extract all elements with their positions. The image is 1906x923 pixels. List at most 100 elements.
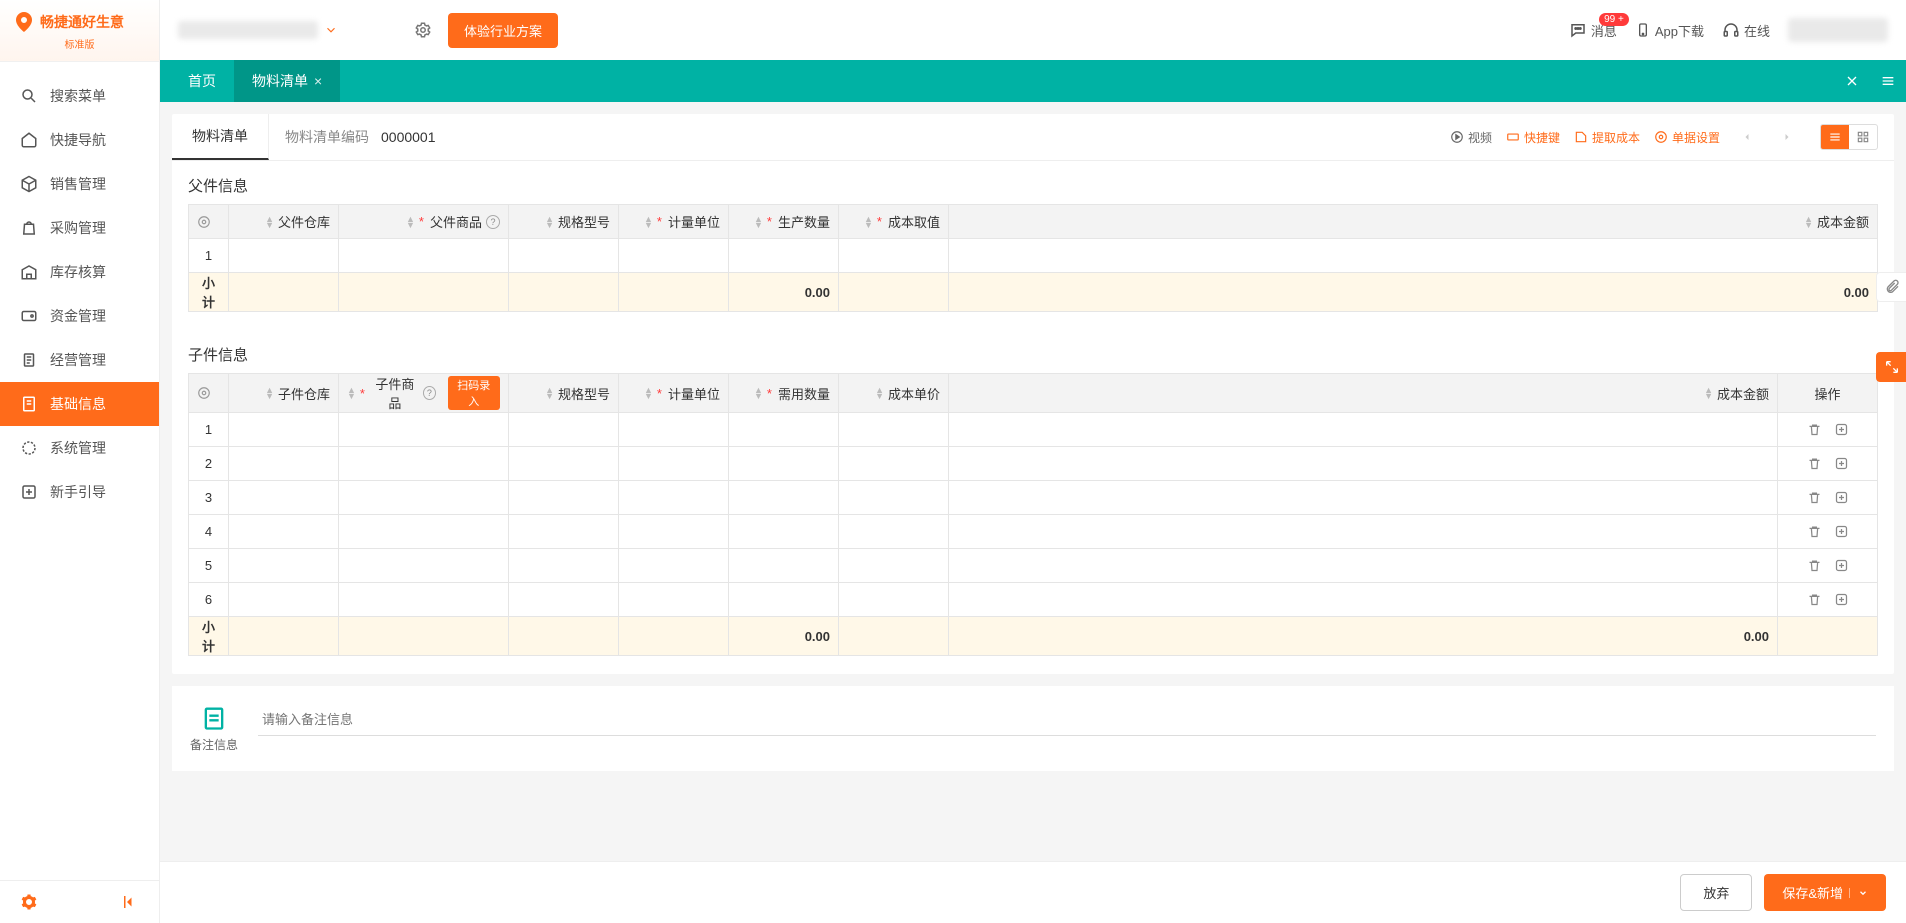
cell[interactable] xyxy=(729,239,839,273)
cell[interactable] xyxy=(339,447,509,481)
col-parent-product[interactable]: ▲▼*父件商品? xyxy=(339,205,509,239)
table-row[interactable]: 5 xyxy=(189,549,1878,583)
cell[interactable] xyxy=(619,413,729,447)
video-link[interactable]: 视频 xyxy=(1450,129,1492,146)
table-row[interactable]: 4 xyxy=(189,515,1878,549)
shortcut-link[interactable]: 快捷键 xyxy=(1506,129,1560,146)
nav-funds[interactable]: 资金管理 xyxy=(0,294,159,338)
nav-quick[interactable]: 快捷导航 xyxy=(0,118,159,162)
save-button[interactable]: 保存&新增 xyxy=(1764,874,1886,911)
cell[interactable] xyxy=(509,447,619,481)
col-child-product[interactable]: ▲▼*子件商品? 扫码录入 xyxy=(339,374,509,413)
cell[interactable] xyxy=(229,515,339,549)
view-list-icon[interactable] xyxy=(1821,125,1849,149)
col-parent-cost-method[interactable]: ▲▼*成本取值 xyxy=(839,205,949,239)
trial-button[interactable]: 体验行业方案 xyxy=(448,13,558,48)
delete-icon[interactable] xyxy=(1807,456,1822,471)
table-row[interactable]: 2 xyxy=(189,447,1878,481)
delete-icon[interactable] xyxy=(1807,592,1822,607)
col-parent-qty[interactable]: ▲▼*生产数量 xyxy=(729,205,839,239)
cell[interactable] xyxy=(339,549,509,583)
gear-icon[interactable] xyxy=(410,17,436,43)
org-selector[interactable] xyxy=(178,21,398,39)
delete-icon[interactable] xyxy=(1807,490,1822,505)
col-parent-cost-amount[interactable]: ▲▼成本金额 xyxy=(949,205,1878,239)
cell[interactable] xyxy=(729,583,839,617)
cell[interactable] xyxy=(229,583,339,617)
col-child-warehouse[interactable]: ▲▼子件仓库 xyxy=(229,374,339,413)
gear-header[interactable] xyxy=(189,374,229,413)
add-icon[interactable] xyxy=(1834,490,1849,505)
cell[interactable] xyxy=(339,413,509,447)
cell[interactable] xyxy=(339,481,509,515)
cell[interactable] xyxy=(339,583,509,617)
cell[interactable] xyxy=(509,549,619,583)
attachment-floater[interactable] xyxy=(1876,272,1906,302)
col-child-unit-cost[interactable]: ▲▼成本单价 xyxy=(839,374,949,413)
cell[interactable] xyxy=(729,481,839,515)
cell[interactable] xyxy=(619,481,729,515)
cell[interactable] xyxy=(839,447,949,481)
cell[interactable] xyxy=(729,447,839,481)
table-row[interactable]: 6 xyxy=(189,583,1878,617)
cell[interactable] xyxy=(229,413,339,447)
cell[interactable] xyxy=(839,413,949,447)
col-child-cost-amount[interactable]: ▲▼成本金额 xyxy=(949,374,1778,413)
help-icon[interactable]: ? xyxy=(486,215,500,229)
card-tab-bom[interactable]: 物料清单 xyxy=(172,114,269,160)
cell[interactable] xyxy=(949,481,1778,515)
cell[interactable] xyxy=(839,239,949,273)
prev-icon[interactable] xyxy=(1734,124,1760,150)
col-parent-warehouse[interactable]: ▲▼父件仓库 xyxy=(229,205,339,239)
nav-purchase[interactable]: 采购管理 xyxy=(0,206,159,250)
cell[interactable] xyxy=(619,515,729,549)
gear-header[interactable] xyxy=(189,205,229,239)
collapse-icon[interactable] xyxy=(121,893,139,911)
add-icon[interactable] xyxy=(1834,558,1849,573)
col-child-need-qty[interactable]: ▲▼*需用数量 xyxy=(729,374,839,413)
col-child-spec[interactable]: ▲▼规格型号 xyxy=(509,374,619,413)
download-link[interactable]: App下载 xyxy=(1635,21,1704,40)
scan-badge[interactable]: 扫码录入 xyxy=(448,376,500,410)
cell[interactable] xyxy=(509,583,619,617)
cell[interactable] xyxy=(619,583,729,617)
table-row[interactable]: 1 xyxy=(189,413,1878,447)
table-row[interactable]: 3 xyxy=(189,481,1878,515)
cell[interactable] xyxy=(949,447,1778,481)
nav-system[interactable]: 系统管理 xyxy=(0,426,159,470)
add-icon[interactable] xyxy=(1834,456,1849,471)
tab-bom[interactable]: 物料清单 × xyxy=(234,60,340,102)
tabs-close-all-icon[interactable] xyxy=(1834,60,1870,102)
cell[interactable] xyxy=(949,583,1778,617)
cell[interactable] xyxy=(729,413,839,447)
cell[interactable] xyxy=(839,481,949,515)
cell[interactable] xyxy=(949,413,1778,447)
view-grid-icon[interactable] xyxy=(1849,125,1877,149)
remarks-input[interactable] xyxy=(258,704,1876,736)
delete-icon[interactable] xyxy=(1807,422,1822,437)
close-icon[interactable]: × xyxy=(314,73,322,89)
cell[interactable] xyxy=(229,239,339,273)
nav-search[interactable]: 搜索菜单 xyxy=(0,74,159,118)
nav-guide[interactable]: 新手引导 xyxy=(0,470,159,514)
discard-button[interactable]: 放弃 xyxy=(1680,874,1752,911)
table-row[interactable]: 1 xyxy=(189,239,1878,273)
nav-operations[interactable]: 经营管理 xyxy=(0,338,159,382)
cell[interactable] xyxy=(509,239,619,273)
cell[interactable] xyxy=(949,515,1778,549)
cell[interactable] xyxy=(619,447,729,481)
doc-settings-link[interactable]: 单据设置 xyxy=(1654,129,1720,146)
cell[interactable] xyxy=(729,549,839,583)
cell[interactable] xyxy=(619,239,729,273)
online-support-link[interactable]: 在线 xyxy=(1722,21,1770,40)
cell[interactable] xyxy=(949,549,1778,583)
nav-inventory[interactable]: 库存核算 xyxy=(0,250,159,294)
cell[interactable] xyxy=(729,515,839,549)
cell[interactable] xyxy=(839,549,949,583)
cell[interactable] xyxy=(949,239,1878,273)
user-area-blurred[interactable] xyxy=(1788,18,1888,42)
cell[interactable] xyxy=(229,481,339,515)
cell[interactable] xyxy=(619,549,729,583)
cell[interactable] xyxy=(509,413,619,447)
delete-icon[interactable] xyxy=(1807,524,1822,539)
